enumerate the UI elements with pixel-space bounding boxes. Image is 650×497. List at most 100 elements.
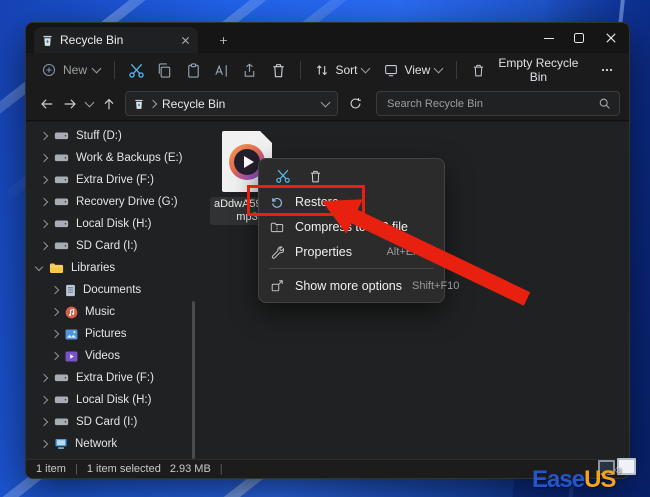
sidebar-item-documents[interactable]: Documents [26, 279, 199, 301]
trash-icon [471, 63, 486, 78]
sidebar-scrollbar[interactable] [192, 301, 195, 459]
sidebar-item-videos[interactable]: Videos [26, 345, 199, 367]
sidebar-item-music[interactable]: Music [26, 301, 199, 323]
copy-button[interactable] [150, 57, 178, 83]
minimize-button[interactable] [535, 24, 563, 52]
paste-button[interactable] [179, 57, 207, 83]
chevron-right-icon [39, 373, 49, 383]
chevron-right-icon [50, 351, 60, 361]
videos-icon [65, 350, 78, 362]
search-input[interactable] [385, 96, 598, 111]
item-count: 1 item [36, 463, 66, 475]
refresh-icon[interactable] [342, 92, 368, 116]
menu-item-label: Compress to ZIP file [295, 219, 409, 234]
chevron-right-icon [39, 417, 49, 427]
toolbar-divider [114, 61, 115, 79]
sort-button[interactable]: Sort [307, 58, 376, 82]
menu-item-show-more-options[interactable]: Show more options Shift+F10 [259, 273, 459, 298]
sidebar-item-network[interactable]: Network [26, 433, 199, 455]
delete-icon[interactable] [303, 165, 327, 187]
cut-icon[interactable] [271, 165, 295, 187]
new-button[interactable]: New [34, 58, 107, 82]
sidebar-item-extra-drive-f[interactable]: Extra Drive (F:) [26, 169, 199, 191]
easeus-logo-ease: Ease [532, 466, 585, 493]
chevron-down-icon [91, 63, 102, 74]
annotation-highlight-box [247, 185, 365, 216]
show-more-options-icon [269, 279, 285, 293]
sidebar-item-label: Work & Backups (E:) [76, 152, 183, 164]
menu-item-compress-to-zip[interactable]: Compress to ZIP file [259, 214, 444, 239]
sidebar-item-label: SD Card (I:) [76, 240, 138, 252]
drive-icon [54, 417, 69, 427]
search-icon[interactable] [598, 97, 611, 110]
status-divider: | [219, 463, 223, 475]
up-icon[interactable] [97, 92, 120, 116]
view-button[interactable]: View [376, 58, 449, 82]
tab-label: Recycle Bin [60, 33, 124, 47]
sidebar-item-label: Stuff (D:) [76, 130, 122, 142]
see-more-icon[interactable] [593, 57, 621, 83]
status-divider: | [74, 463, 78, 475]
sidebar-item-label: Extra Drive (F:) [76, 372, 154, 384]
sidebar-item-local-disk-h-2[interactable]: Local Disk (H:) [26, 389, 199, 411]
empty-recycle-bin-label: Empty Recycle Bin [498, 56, 579, 84]
drive-icon [54, 131, 69, 141]
chevron-right-icon [39, 175, 49, 185]
sidebar-item-libraries[interactable]: Libraries [26, 257, 199, 279]
sidebar-item-sd-card-i-2[interactable]: SD Card (I:) [26, 411, 199, 433]
search-box[interactable] [376, 91, 620, 116]
address-bar[interactable]: Recycle Bin [125, 91, 338, 116]
drive-icon [54, 395, 69, 405]
chevron-right-icon [50, 285, 60, 295]
breadcrumb-location: Recycle Bin [162, 96, 226, 111]
sidebar-item-work-backups-e[interactable]: Work & Backups (E:) [26, 147, 199, 169]
menu-item-label: Show more options [295, 278, 403, 293]
sidebar-item-label: Music [85, 306, 116, 318]
selection-count: 1 item selected [86, 463, 161, 475]
chevron-right-icon [39, 153, 49, 163]
menu-separator [269, 268, 434, 269]
chevron-right-icon [39, 131, 49, 141]
toolbar-divider [299, 61, 301, 79]
documents-icon [65, 284, 76, 297]
chevron-down-icon [433, 63, 444, 74]
rename-button[interactable] [207, 57, 235, 83]
delete-button[interactable] [264, 57, 292, 83]
close-button[interactable] [597, 24, 625, 52]
sidebar-item-sd-card-i[interactable]: SD Card (I:) [26, 235, 199, 257]
sidebar-item-pictures[interactable]: Pictures [26, 323, 199, 345]
back-icon[interactable] [35, 92, 58, 116]
page-fold [260, 131, 272, 143]
share-button[interactable] [236, 57, 264, 83]
sidebar-item-label: Documents [83, 284, 142, 296]
tab-close-icon[interactable] [181, 36, 190, 45]
address-dropdown-chevron-icon[interactable] [320, 97, 331, 107]
network-icon [54, 438, 68, 450]
recycle-bin-icon [134, 98, 144, 110]
breadcrumb-chevron-icon [148, 99, 158, 108]
command-bar: New Sort View Empty Recycle Bin [26, 53, 629, 87]
recent-locations-chevron-icon[interactable] [81, 92, 97, 116]
menu-item-properties[interactable]: Properties Alt+Enter [259, 239, 444, 264]
new-tab-button[interactable] [212, 30, 234, 50]
sidebar-item-extra-drive-f-2[interactable]: Extra Drive (F:) [26, 367, 199, 389]
sidebar-item-local-disk-h[interactable]: Local Disk (H:) [26, 213, 199, 235]
tab-recycle-bin[interactable]: Recycle Bin [34, 27, 198, 53]
chevron-down-icon [34, 262, 44, 272]
chevron-right-icon [39, 395, 49, 405]
recycle-bin-icon [42, 34, 53, 47]
cut-button[interactable] [122, 57, 150, 83]
toolbar-divider [456, 61, 458, 79]
view-icon [383, 62, 399, 78]
chevron-down-icon [361, 63, 371, 74]
forward-icon[interactable] [58, 92, 81, 116]
empty-recycle-bin-button[interactable]: Empty Recycle Bin [464, 52, 592, 88]
sidebar-item-label: SD Card (I:) [76, 416, 138, 428]
menu-item-shortcut: Alt+Enter [386, 245, 432, 258]
maximize-button[interactable] [565, 24, 593, 52]
pictures-icon [65, 328, 78, 340]
sidebar-item-stuff-d[interactable]: Stuff (D:) [26, 125, 199, 147]
easeus-logo-text: EaseUS® [532, 466, 621, 494]
selection-size: 2.93 MB [169, 463, 211, 475]
sidebar-item-recovery-drive-g[interactable]: Recovery Drive (G:) [26, 191, 199, 213]
